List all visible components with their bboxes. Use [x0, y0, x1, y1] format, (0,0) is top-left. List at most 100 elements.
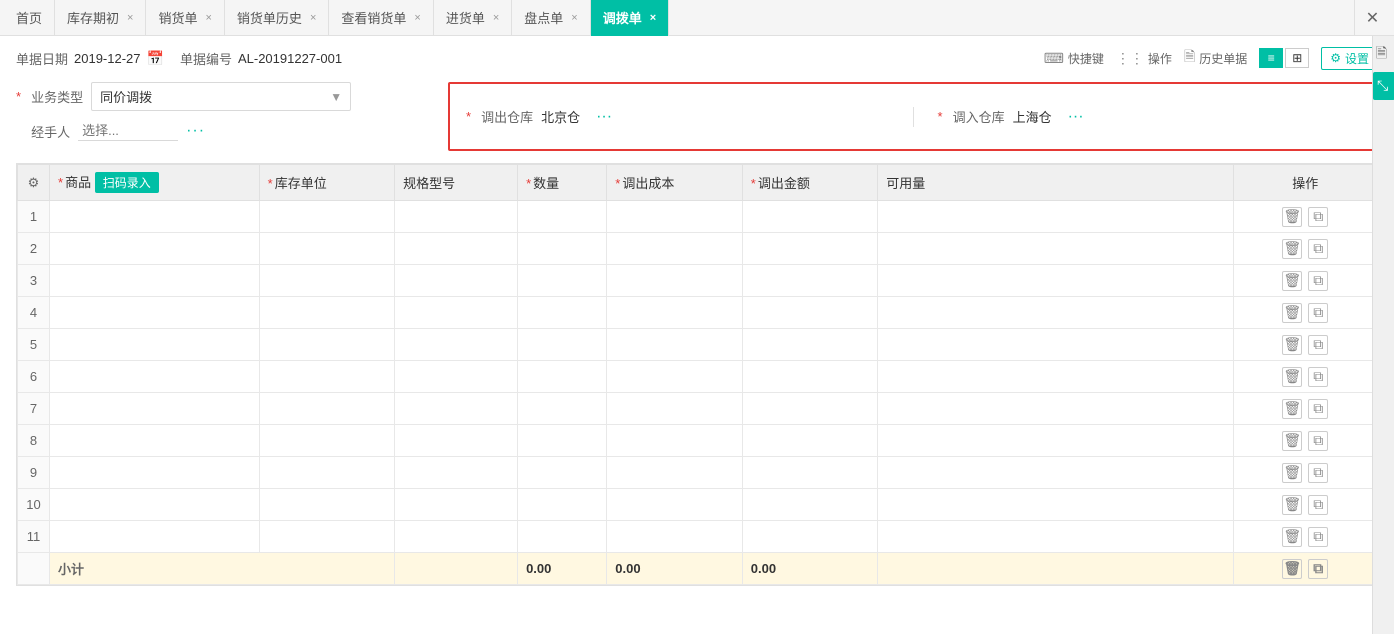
- cell-qty-1[interactable]: [518, 201, 607, 233]
- cell-cost-8[interactable]: [607, 425, 743, 457]
- cell-qty-6[interactable]: [518, 361, 607, 393]
- tab-close-sales-order[interactable]: ×: [205, 12, 211, 24]
- cell-spec-4[interactable]: [395, 297, 518, 329]
- tab-close-view-sales[interactable]: ×: [414, 12, 420, 24]
- cell-amount-7[interactable]: [742, 393, 878, 425]
- cell-product-5[interactable]: [50, 329, 260, 361]
- date-value[interactable]: 2019-12-27: [74, 51, 141, 66]
- cell-product-11[interactable]: [50, 521, 260, 553]
- cell-unit-9[interactable]: [259, 457, 395, 489]
- cell-available-11[interactable]: [878, 521, 1234, 553]
- tab-close-inventory-init[interactable]: ×: [127, 12, 133, 24]
- cell-unit-5[interactable]: [259, 329, 395, 361]
- cell-spec-7[interactable]: [395, 393, 518, 425]
- cell-spec-2[interactable]: [395, 233, 518, 265]
- cell-qty-4[interactable]: [518, 297, 607, 329]
- delete-icon-8[interactable]: 🗑: [1282, 431, 1302, 451]
- copy-icon-1[interactable]: ⧉: [1308, 207, 1328, 227]
- sidebar-expand-icon[interactable]: ⤢: [1373, 72, 1394, 100]
- operation-action[interactable]: ⋮⋮ 操作: [1116, 50, 1172, 67]
- cell-available-5[interactable]: [878, 329, 1234, 361]
- tab-transfer-order[interactable]: 调拨单 ×: [591, 0, 669, 36]
- col-gear[interactable]: ⚙: [18, 165, 50, 201]
- cell-amount-2[interactable]: [742, 233, 878, 265]
- cell-available-6[interactable]: [878, 361, 1234, 393]
- operator-input[interactable]: [78, 121, 178, 141]
- transfer-in-more-btn[interactable]: ···: [1068, 108, 1084, 126]
- cell-cost-5[interactable]: [607, 329, 743, 361]
- cell-unit-11[interactable]: [259, 521, 395, 553]
- tab-close-inventory-check[interactable]: ×: [571, 12, 577, 24]
- cell-qty-10[interactable]: [518, 489, 607, 521]
- layout-btn-grid[interactable]: ⊞: [1285, 48, 1309, 68]
- cell-amount-4[interactable]: [742, 297, 878, 329]
- cell-amount-1[interactable]: [742, 201, 878, 233]
- cell-spec-5[interactable]: [395, 329, 518, 361]
- cell-qty-5[interactable]: [518, 329, 607, 361]
- cell-unit-4[interactable]: [259, 297, 395, 329]
- cell-product-2[interactable]: [50, 233, 260, 265]
- cell-amount-10[interactable]: [742, 489, 878, 521]
- tab-close-purchase-order[interactable]: ×: [493, 12, 499, 24]
- cell-unit-10[interactable]: [259, 489, 395, 521]
- history-action[interactable]: 🗎 历史单据: [1184, 46, 1247, 70]
- cell-product-3[interactable]: [50, 265, 260, 297]
- delete-icon-9[interactable]: 🗑: [1282, 463, 1302, 483]
- transfer-in-value[interactable]: 上海仓: [1013, 107, 1052, 126]
- cell-product-9[interactable]: [50, 457, 260, 489]
- cell-product-4[interactable]: [50, 297, 260, 329]
- cell-cost-9[interactable]: [607, 457, 743, 489]
- cell-qty-9[interactable]: [518, 457, 607, 489]
- cell-spec-8[interactable]: [395, 425, 518, 457]
- cell-unit-2[interactable]: [259, 233, 395, 265]
- cell-cost-11[interactable]: [607, 521, 743, 553]
- copy-icon-10[interactable]: ⧉: [1308, 495, 1328, 515]
- cell-available-8[interactable]: [878, 425, 1234, 457]
- sidebar-doc-icon[interactable]: 🗎: [1374, 44, 1394, 64]
- shortcut-action[interactable]: ⌨ 快捷键: [1044, 50, 1104, 67]
- cell-qty-8[interactable]: [518, 425, 607, 457]
- cell-unit-3[interactable]: [259, 265, 395, 297]
- tab-inventory-init[interactable]: 库存期初 ×: [55, 0, 146, 36]
- cell-product-8[interactable]: [50, 425, 260, 457]
- cell-amount-11[interactable]: [742, 521, 878, 553]
- cell-spec-6[interactable]: [395, 361, 518, 393]
- delete-icon-4[interactable]: 🗑: [1282, 303, 1302, 323]
- cell-available-7[interactable]: [878, 393, 1234, 425]
- cell-qty-11[interactable]: [518, 521, 607, 553]
- cell-cost-7[interactable]: [607, 393, 743, 425]
- scan-btn[interactable]: 扫码录入: [95, 172, 159, 193]
- cell-spec-3[interactable]: [395, 265, 518, 297]
- cell-spec-11[interactable]: [395, 521, 518, 553]
- cell-amount-6[interactable]: [742, 361, 878, 393]
- transfer-out-value[interactable]: 北京仓: [541, 107, 580, 126]
- copy-icon-2[interactable]: ⧉: [1308, 239, 1328, 259]
- delete-icon-5[interactable]: 🗑: [1282, 335, 1302, 355]
- copy-icon-sub[interactable]: ⧉: [1308, 559, 1328, 579]
- operator-more-btn[interactable]: ···: [186, 122, 205, 140]
- tab-purchase-order[interactable]: 进货单 ×: [434, 0, 512, 36]
- cell-amount-3[interactable]: [742, 265, 878, 297]
- settings-button[interactable]: ⚙ 设置: [1321, 47, 1378, 70]
- copy-icon-6[interactable]: ⧉: [1308, 367, 1328, 387]
- delete-icon-10[interactable]: 🗑: [1282, 495, 1302, 515]
- business-type-select[interactable]: 同价调拨 ▼: [91, 82, 351, 111]
- cell-cost-3[interactable]: [607, 265, 743, 297]
- cell-spec-10[interactable]: [395, 489, 518, 521]
- cell-amount-5[interactable]: [742, 329, 878, 361]
- tab-sales-order[interactable]: 销货单 ×: [146, 0, 224, 36]
- cell-product-7[interactable]: [50, 393, 260, 425]
- window-close-button[interactable]: ✕: [1354, 0, 1390, 36]
- cell-unit-8[interactable]: [259, 425, 395, 457]
- copy-icon-5[interactable]: ⧉: [1308, 335, 1328, 355]
- cell-qty-2[interactable]: [518, 233, 607, 265]
- tab-close-transfer-order[interactable]: ×: [650, 12, 656, 24]
- delete-icon-11[interactable]: 🗑: [1282, 527, 1302, 547]
- copy-icon-11[interactable]: ⧉: [1308, 527, 1328, 547]
- copy-icon-4[interactable]: ⧉: [1308, 303, 1328, 323]
- cell-cost-1[interactable]: [607, 201, 743, 233]
- cell-available-9[interactable]: [878, 457, 1234, 489]
- tab-home[interactable]: 首页: [4, 0, 55, 36]
- transfer-out-more-btn[interactable]: ···: [596, 108, 612, 126]
- copy-icon-3[interactable]: ⧉: [1308, 271, 1328, 291]
